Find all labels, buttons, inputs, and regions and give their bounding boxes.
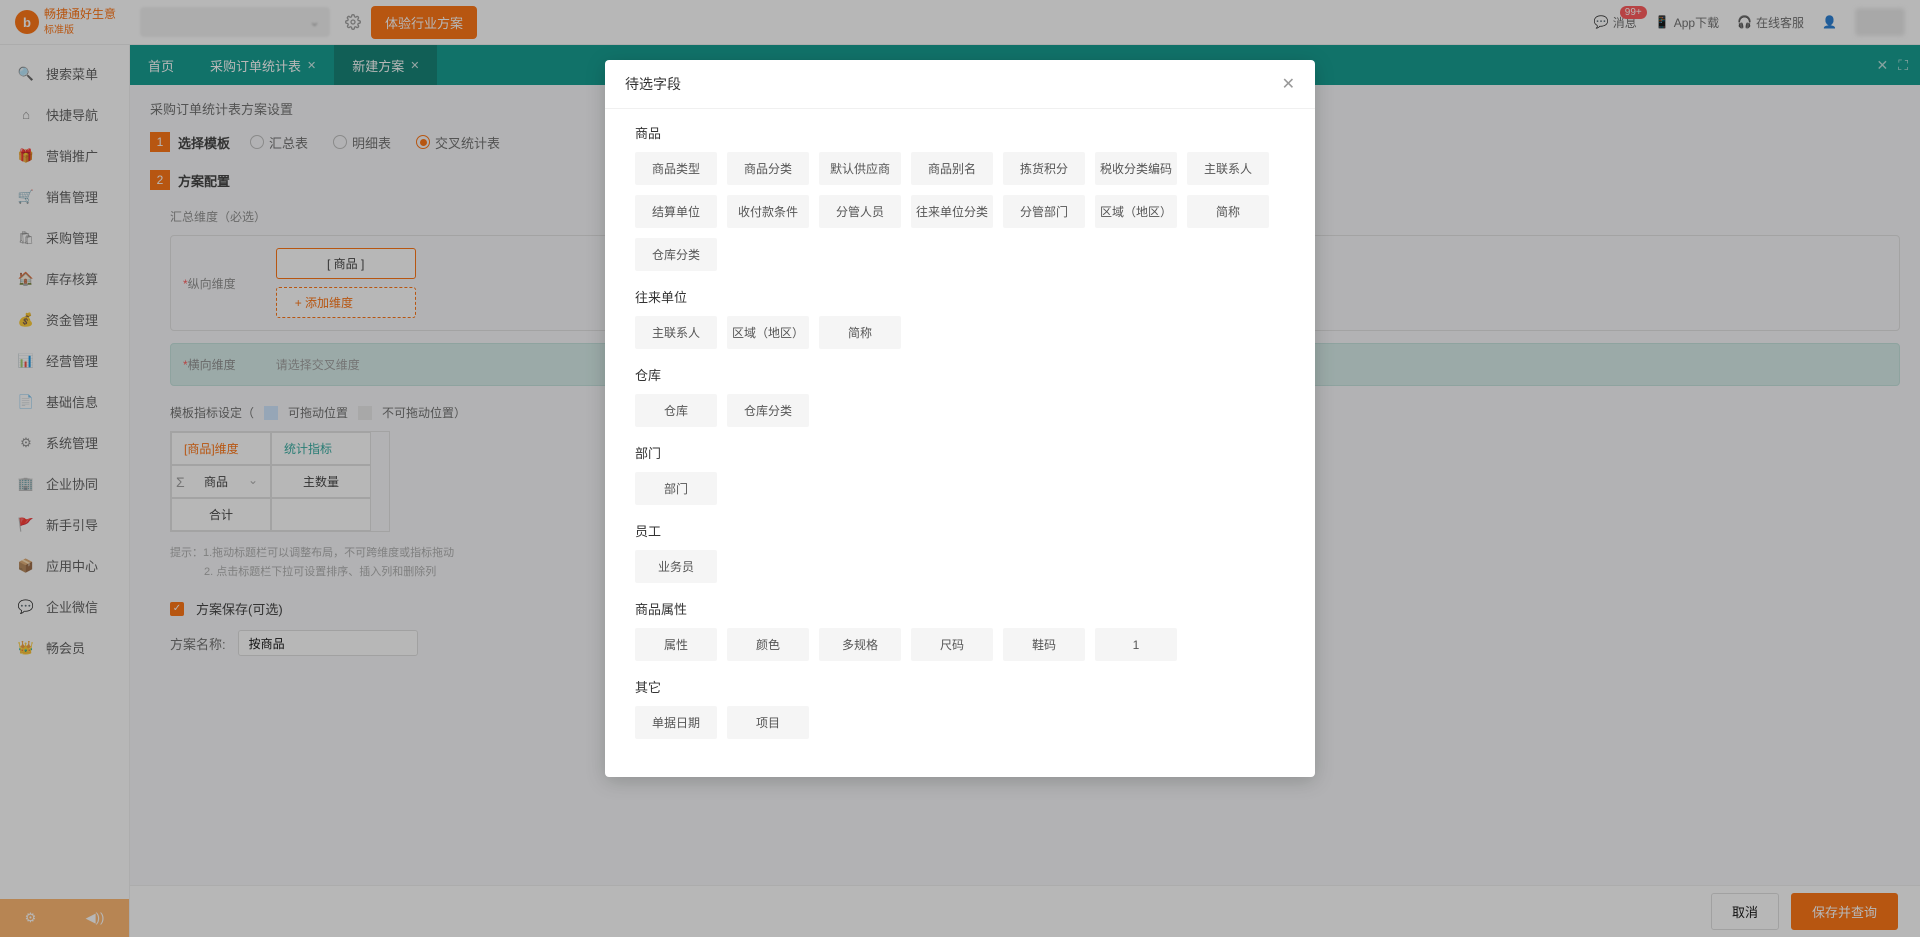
field-group-1: 往来单位主联系人区域（地区） 简称 (635, 287, 1285, 349)
field-chip[interactable]: 仓库分类 (727, 394, 809, 427)
field-chip[interactable]: 默认供应商 (819, 152, 901, 185)
field-chip[interactable]: 颜色 (727, 628, 809, 661)
field-group-5: 商品属性属性颜色多规格尺码鞋码 1 (635, 599, 1285, 661)
field-group-0: 商品商品类型商品分类默认供应商商品别名拣货积分税收分类编码主联系人结算单位收付款… (635, 123, 1285, 271)
field-chip[interactable]: 收付款条件 (727, 195, 809, 228)
field-chip[interactable]: 多规格 (819, 628, 901, 661)
field-chip[interactable]: 单据日期 (635, 706, 717, 739)
field-chip[interactable]: 仓库分类 (635, 238, 717, 271)
field-group-6: 其它单据日期项目 (635, 677, 1285, 739)
field-group-2: 仓库仓库仓库分类 (635, 365, 1285, 427)
field-chip[interactable]: 拣货积分 (1003, 152, 1085, 185)
field-chip[interactable]: 区域（地区） (727, 316, 809, 349)
field-chip[interactable]: 1 (1095, 628, 1177, 661)
field-chip[interactable]: 仓库 (635, 394, 717, 427)
field-group-3: 部门部门 (635, 443, 1285, 505)
field-chip[interactable]: 尺码 (911, 628, 993, 661)
field-group-title: 员工 (635, 521, 1285, 540)
field-chip[interactable]: 业务员 (635, 550, 717, 583)
field-chip[interactable]: 商品分类 (727, 152, 809, 185)
field-chip[interactable]: 税收分类编码 (1095, 152, 1177, 185)
field-group-title: 往来单位 (635, 287, 1285, 306)
field-chip[interactable]: 主联系人 (635, 316, 717, 349)
field-chip[interactable]: 商品别名 (911, 152, 993, 185)
field-group-title: 商品属性 (635, 599, 1285, 618)
modal-title: 待选字段 (625, 74, 681, 94)
field-chip[interactable]: 区域（地区） (1095, 195, 1177, 228)
field-chip[interactable]: 结算单位 (635, 195, 717, 228)
field-chip[interactable]: 鞋码 (1003, 628, 1085, 661)
field-chip[interactable]: 简称 (819, 316, 901, 349)
field-chip[interactable]: 部门 (635, 472, 717, 505)
field-selector-modal: 待选字段 ✕ 商品商品类型商品分类默认供应商商品别名拣货积分税收分类编码主联系人… (605, 60, 1315, 777)
field-chip[interactable]: 属性 (635, 628, 717, 661)
field-group-title: 仓库 (635, 365, 1285, 384)
field-group-title: 商品 (635, 123, 1285, 142)
field-group-4: 员工业务员 (635, 521, 1285, 583)
field-group-title: 部门 (635, 443, 1285, 462)
field-chip[interactable]: 往来单位分类 (911, 195, 993, 228)
field-chip[interactable]: 分管人员 (819, 195, 901, 228)
modal-overlay[interactable]: 待选字段 ✕ 商品商品类型商品分类默认供应商商品别名拣货积分税收分类编码主联系人… (0, 0, 1920, 937)
field-chip[interactable]: 主联系人 (1187, 152, 1269, 185)
modal-close-icon[interactable]: ✕ (1282, 74, 1295, 94)
field-chip[interactable]: 分管部门 (1003, 195, 1085, 228)
field-chip[interactable]: 项目 (727, 706, 809, 739)
field-group-title: 其它 (635, 677, 1285, 696)
field-chip[interactable]: 简称 (1187, 195, 1269, 228)
field-chip[interactable]: 商品类型 (635, 152, 717, 185)
